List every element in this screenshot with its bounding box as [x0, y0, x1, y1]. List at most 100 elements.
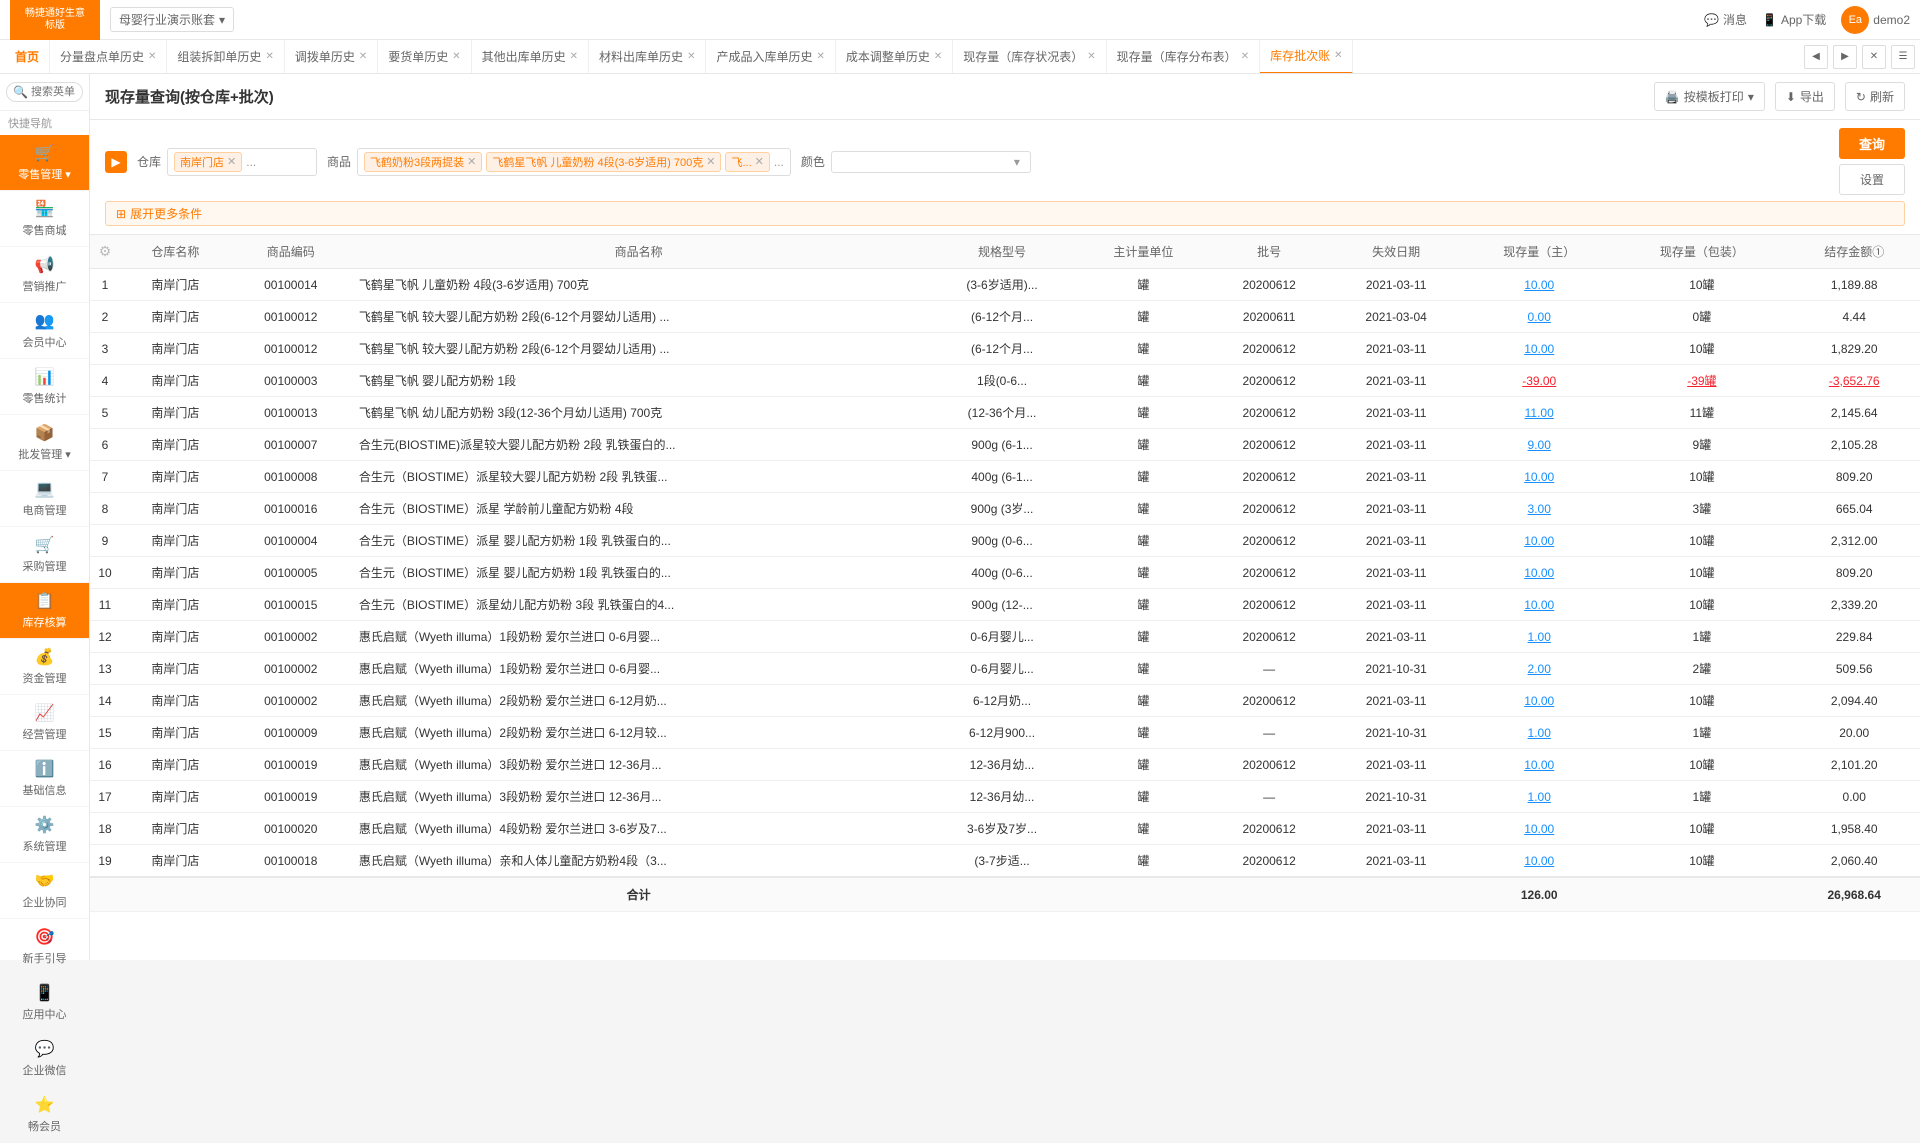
query-button[interactable]: 查询 — [1839, 128, 1905, 159]
tab-diao-bo[interactable]: 调拨单历史 ✕ — [285, 40, 378, 74]
close-icon[interactable]: ✕ — [452, 51, 460, 62]
col-settings-icon[interactable]: ⚙ — [99, 243, 112, 259]
cell-qty-main[interactable]: 10.00 — [1463, 845, 1615, 878]
sidebar-item-purchase[interactable]: 🛒 采购管理 — [0, 527, 89, 583]
warehouse-tag-input[interactable]: 南岸门店 ✕ ... — [167, 148, 317, 176]
sidebar-item-guide[interactable]: 🎯 新手引导 — [0, 919, 89, 975]
cell-qty-pkg: 10罐 — [1615, 749, 1788, 781]
sidebar-item-marketing[interactable]: 📢 营销推广 — [0, 247, 89, 303]
settings-button[interactable]: 设置 — [1839, 164, 1905, 195]
cell-qty-pkg: 0罐 — [1615, 301, 1788, 333]
cell-qty-main[interactable]: 1.00 — [1463, 621, 1615, 653]
warehouse-label: 仓库 — [137, 153, 161, 170]
sidebar-item-finance[interactable]: 💰 资金管理 — [0, 639, 89, 695]
cell-qty-main[interactable]: 10.00 — [1463, 269, 1615, 301]
cell-qty-main[interactable]: 1.00 — [1463, 717, 1615, 749]
tab-home[interactable]: 首页 — [5, 40, 50, 74]
cell-qty-main[interactable]: 10.00 — [1463, 749, 1615, 781]
sidebar-item-member[interactable]: 👥 会员中心 — [0, 303, 89, 359]
cell-qty-main[interactable]: -39.00 — [1463, 365, 1615, 397]
cell-qty-main[interactable]: 10.00 — [1463, 461, 1615, 493]
sidebar-item-ecommerce[interactable]: 💻 电商管理 — [0, 471, 89, 527]
cell-warehouse: 南岸门店 — [120, 621, 231, 653]
tab-prev-btn[interactable]: ◀ — [1804, 45, 1828, 69]
tab-kucun-dist[interactable]: 现存量（库存分布表） ✕ — [1107, 40, 1260, 74]
tab-zu-zhuang[interactable]: 组装拆卸单历史 ✕ — [167, 40, 284, 74]
message-btn[interactable]: 💬 消息 — [1704, 11, 1747, 28]
close-icon[interactable]: ✕ — [1241, 51, 1249, 62]
cell-qty-main[interactable]: 0.00 — [1463, 301, 1615, 333]
close-icon[interactable]: ✕ — [148, 51, 156, 62]
tab-kucun-batch[interactable]: 库存批次账 ✕ — [1260, 40, 1353, 74]
cell-qty-main[interactable]: 10.00 — [1463, 525, 1615, 557]
close-icon[interactable]: ✕ — [359, 51, 367, 62]
cell-qty-main[interactable]: 10.00 — [1463, 813, 1615, 845]
product-more-btn[interactable]: ... — [774, 155, 784, 169]
filter-toggle-btn[interactable]: ▶ — [105, 151, 127, 173]
warehouse-more-btn[interactable]: ... — [246, 155, 256, 169]
cell-qty-main[interactable]: 2.00 — [1463, 653, 1615, 685]
sidebar-item-enterprise[interactable]: 🤝 企业协同 — [0, 863, 89, 919]
cell-qty-main[interactable]: 11.00 — [1463, 397, 1615, 429]
remove-product-tag-3[interactable]: ✕ — [755, 155, 764, 168]
store-selector[interactable]: 母婴行业演示账套 ▾ — [110, 7, 234, 32]
close-icon[interactable]: ✕ — [265, 51, 273, 62]
cell-name: 飞鹤星飞帆 儿童奶粉 4段(3-6岁适用) 700克 — [351, 269, 927, 301]
table-row: 9 南岸门店 00100004 合生元（BIOSTIME）派星 婴儿配方奶粉 1… — [90, 525, 1920, 557]
search-input[interactable] — [31, 86, 76, 98]
tab-chengben[interactable]: 成本调整单历史 ✕ — [836, 40, 953, 74]
tab-close-btn[interactable]: ✕ — [1862, 45, 1886, 69]
tab-chanpin-ruku[interactable]: 产成品入库单历史 ✕ — [706, 40, 835, 74]
expand-filter-btn[interactable]: ⊞ 展开更多条件 — [105, 201, 1905, 226]
cell-qty-main[interactable]: 10.00 — [1463, 557, 1615, 589]
total-empty-3 — [231, 877, 351, 912]
close-icon[interactable]: ✕ — [1334, 50, 1342, 61]
tab-yao-huo[interactable]: 要货单历史 ✕ — [378, 40, 471, 74]
sidebar-item-retail-stats[interactable]: 📊 零售统计 — [0, 359, 89, 415]
template-print-btn[interactable]: 🖨️ 按模板打印 ▾ — [1654, 82, 1765, 111]
cell-warehouse: 南岸门店 — [120, 781, 231, 813]
tab-menu-btn[interactable]: ☰ — [1891, 45, 1915, 69]
sidebar-item-member2[interactable]: ⭐ 畅会员 — [0, 1087, 89, 1143]
sidebar-item-inventory[interactable]: 📋 库存核算 — [0, 583, 89, 639]
warehouse-filter-group: 仓库 南岸门店 ✕ ... — [137, 148, 317, 176]
refresh-btn[interactable]: ↻ 刷新 — [1845, 82, 1905, 111]
remove-product-tag-1[interactable]: ✕ — [467, 155, 476, 168]
color-filter-input[interactable]: ▾ — [831, 151, 1031, 173]
sidebar-item-system[interactable]: ⚙️ 系统管理 — [0, 807, 89, 863]
app-download-btn[interactable]: 📱 App下载 — [1762, 11, 1826, 28]
tab-fen-pan[interactable]: 分量盘点单历史 ✕ — [50, 40, 167, 74]
cell-qty-main[interactable]: 3.00 — [1463, 493, 1615, 525]
cell-qty-main[interactable]: 1.00 — [1463, 781, 1615, 813]
remove-product-tag-2[interactable]: ✕ — [706, 155, 715, 168]
printer-icon: 🖨️ — [1665, 90, 1680, 104]
close-icon[interactable]: ✕ — [816, 51, 824, 62]
search-box: 🔍 — [6, 82, 83, 102]
sidebar-item-app-center[interactable]: 📱 应用中心 — [0, 975, 89, 1031]
tab-next-btn[interactable]: ▶ — [1833, 45, 1857, 69]
sidebar-item-retail-mgmt[interactable]: 🛒 零售管理 ▾ — [0, 135, 89, 191]
close-icon[interactable]: ✕ — [1087, 51, 1095, 62]
cell-no: 11 — [90, 589, 120, 621]
sidebar-item-wholesale[interactable]: 📦 批发管理 ▾ — [0, 415, 89, 471]
cell-qty-main[interactable]: 10.00 — [1463, 589, 1615, 621]
tab-qita-chuku[interactable]: 其他出库单历史 ✕ — [472, 40, 589, 74]
remove-warehouse-tag[interactable]: ✕ — [227, 155, 236, 168]
tab-kucun-status[interactable]: 现存量（库存状况表） ✕ — [953, 40, 1106, 74]
product-tag-input[interactable]: 飞鹤奶粉3段两提装 ✕ 飞鹤星飞帆 儿童奶粉 4段(3-6岁适用) 700克 ✕… — [357, 148, 791, 176]
sidebar-item-business[interactable]: 📈 经营管理 — [0, 695, 89, 751]
sidebar-item-basic[interactable]: ℹ️ 基础信息 — [0, 751, 89, 807]
user-area[interactable]: Ea demo2 — [1841, 6, 1910, 34]
close-icon[interactable]: ✕ — [687, 51, 695, 62]
cell-qty-main[interactable]: 10.00 — [1463, 333, 1615, 365]
sidebar-item-retail-shop[interactable]: 🏪 零售商城 — [0, 191, 89, 247]
cell-qty-main[interactable]: 10.00 — [1463, 685, 1615, 717]
warehouse-tag-nananjie: 南岸门店 ✕ — [174, 152, 242, 172]
col-qty-pkg: 现存量（包装） — [1615, 235, 1788, 269]
tab-cailiao-chuku[interactable]: 材料出库单历史 ✕ — [589, 40, 706, 74]
sidebar-item-wechat[interactable]: 💬 企业微信 — [0, 1031, 89, 1087]
close-icon[interactable]: ✕ — [570, 51, 578, 62]
cell-qty-main[interactable]: 9.00 — [1463, 429, 1615, 461]
export-btn[interactable]: ⬇ 导出 — [1775, 82, 1835, 111]
close-icon[interactable]: ✕ — [934, 51, 942, 62]
